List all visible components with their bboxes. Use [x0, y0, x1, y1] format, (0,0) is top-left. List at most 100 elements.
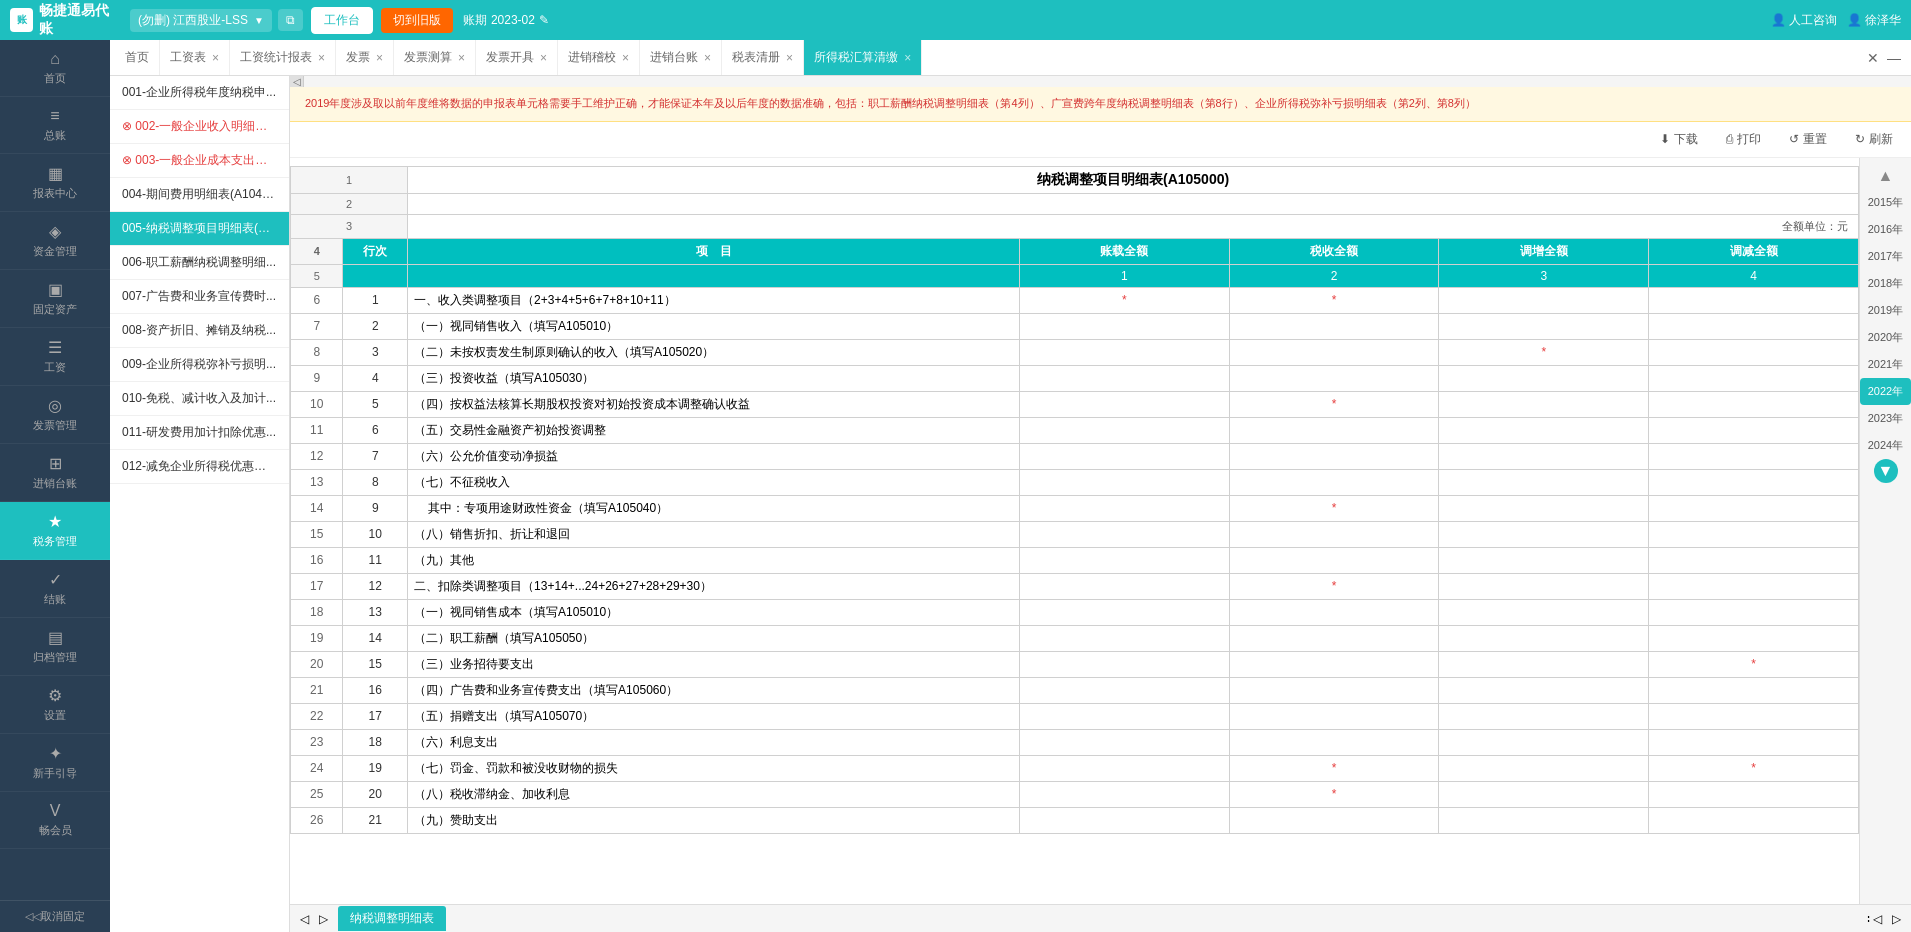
table-row: 1510 （八）销售折扣、折让和退回 [291, 521, 1859, 547]
table-row: 2318 （六）利息支出 [291, 729, 1859, 755]
left-item-012[interactable]: 012-减免企业所得税优惠明细(... [110, 450, 289, 484]
sidebar-item-invoice[interactable]: ◎ 发票管理 [0, 386, 110, 444]
unit-label: 全额单位：元 [408, 214, 1859, 238]
year-2020[interactable]: 2020年 [1860, 324, 1911, 351]
year-2023[interactable]: 2023年 [1860, 405, 1911, 432]
table-row: 1914 （二）职工薪酬（填写A105050） [291, 625, 1859, 651]
sidebar-item-archive[interactable]: ▤ 归档管理 [0, 618, 110, 676]
sidebar-item-report[interactable]: ▦ 报表中心 [0, 154, 110, 212]
tab-close-salary[interactable]: × [212, 51, 219, 65]
company-dropdown-icon: ▼ [254, 15, 264, 26]
archive-icon: ▤ [48, 628, 63, 647]
left-item-011[interactable]: 011-研发费用加计扣除优惠... [110, 416, 289, 450]
tab-close-invoice-calc[interactable]: × [458, 51, 465, 65]
table-row: 2419 （七）罚金、罚款和被没收财物的损失 ** [291, 755, 1859, 781]
year-2016[interactable]: 2016年 [1860, 216, 1911, 243]
left-panel: 001-企业所得税年度纳税申... ⊗ 002-一般企业收入明细表(A1... … [110, 76, 290, 932]
sidebar-item-guide[interactable]: ✦ 新手引导 [0, 734, 110, 792]
pin-icon: ◁◁ [25, 910, 41, 923]
company-selector[interactable]: (勿删) 江西股业-LSS ▼ [130, 9, 272, 32]
sidebar-item-settings[interactable]: ⚙ 设置 [0, 676, 110, 734]
download-button[interactable]: ⬇ 下载 [1652, 127, 1706, 152]
year-2018[interactable]: 2018年 [1860, 270, 1911, 297]
year-scroll-up[interactable]: ▲ [1874, 163, 1898, 189]
minimize-icon[interactable]: — [1887, 50, 1901, 66]
tab-salary[interactable]: 工资表 × [160, 40, 230, 75]
tab-home[interactable]: 首页 [115, 40, 160, 75]
table-row: 2116 （四）广告费和业务宣传费支出（填写A105060） [291, 677, 1859, 703]
sidebar-item-member[interactable]: V 畅会员 [0, 792, 110, 849]
tab-close-income-tax[interactable]: × [904, 51, 911, 65]
left-item-008[interactable]: 008-资产折旧、摊销及纳税... [110, 314, 289, 348]
panel-collapse-btn[interactable]: ◁ [290, 76, 304, 87]
left-item-010[interactable]: 010-免税、减计收入及加计... [110, 382, 289, 416]
tab-invoice[interactable]: 发票 × [336, 40, 394, 75]
sidebar-item-home[interactable]: ⌂ 首页 [0, 40, 110, 97]
table-row: 1813 （一）视同销售成本（填写A105010） [291, 599, 1859, 625]
left-item-002[interactable]: ⊗ 002-一般企业收入明细表(A1... [110, 110, 289, 144]
tab-invoice-open[interactable]: 发票开具 × [476, 40, 558, 75]
tab-invoice-calc[interactable]: 发票测算 × [394, 40, 476, 75]
left-item-009[interactable]: 009-企业所得税弥补亏损明... [110, 348, 289, 382]
tab-salary-report[interactable]: 工资统计报表 × [230, 40, 336, 75]
left-item-005[interactable]: 005-纳税调整项目明细表(A1... [110, 212, 289, 246]
settings-icon: ⚙ [48, 686, 62, 705]
period-edit-icon[interactable]: ✎ [539, 13, 549, 27]
tab-tax-clear[interactable]: 税表清册 × [722, 40, 804, 75]
ai-service-button[interactable]: 👤 人工咨询 [1771, 12, 1837, 29]
logo: 账 畅捷通易代账 [10, 2, 120, 38]
finance-icon: ◈ [49, 222, 61, 241]
left-item-007[interactable]: 007-广告费和业务宣传费时... [110, 280, 289, 314]
tab-close-invoice-open[interactable]: × [540, 51, 547, 65]
tab-income-tax[interactable]: 所得税汇算清缴 × [804, 40, 922, 75]
notice-bar: 2019年度涉及取以前年度维将数据的申报表单元格需要手工维护正确，才能保证本年及… [290, 87, 1911, 122]
left-item-004[interactable]: 004-期间费用明细表(A1040... [110, 178, 289, 212]
tab-close-invoice[interactable]: × [376, 51, 383, 65]
year-2017[interactable]: 2017年 [1860, 243, 1911, 270]
pin-button[interactable]: ◁◁ 取消固定 [0, 900, 110, 932]
table-header-row: 4 行次 项 目 账载全额 税收全额 调增全额 调减全额 [291, 238, 1859, 264]
tab-close-tax-clear[interactable]: × [786, 51, 793, 65]
year-2022[interactable]: 2022年 [1860, 378, 1911, 405]
year-2021[interactable]: 2021年 [1860, 351, 1911, 378]
nav-prev-sheet[interactable]: ◁ [300, 912, 309, 926]
sheet-bottom: ◁ ▷ 纳税调整明细表 ∶ ◁ ▷ [290, 904, 1911, 932]
sidebar-item-assets[interactable]: ▣ 固定资产 [0, 270, 110, 328]
close-all-icon[interactable]: ✕ [1867, 50, 1879, 66]
sidebar-item-finance[interactable]: ◈ 资金管理 [0, 212, 110, 270]
copy-button[interactable]: ⧉ [278, 9, 303, 31]
tab-input-ledger[interactable]: 进销台账 × [640, 40, 722, 75]
sidebar-label-home: 首页 [44, 71, 66, 86]
sidebar-item-settlement[interactable]: ✓ 结账 [0, 560, 110, 618]
tax-icon: ★ [48, 512, 62, 531]
old-version-button[interactable]: 切到旧版 [381, 8, 453, 33]
table-row: 94 （三）投资收益（填写A105030） [291, 365, 1859, 391]
sheet-container[interactable]: 1 纳税调整项目明细表(A105000) 2 3 [290, 158, 1859, 904]
invoice-icon: ◎ [48, 396, 62, 415]
sidebar-item-salary[interactable]: ☰ 工资 [0, 328, 110, 386]
left-item-003[interactable]: ⊗ 003-一般企业成本支出明细... [110, 144, 289, 178]
user-menu[interactable]: 👤 徐泽华 [1847, 12, 1901, 29]
sheet-tab-main[interactable]: 纳税调整明细表 [338, 906, 446, 931]
sidebar-item-tax[interactable]: ★ 税务管理 [0, 502, 110, 560]
year-scroll-down[interactable]: ▼ [1874, 459, 1898, 483]
tab-close-input-ledger[interactable]: × [704, 51, 711, 65]
tab-close-input-vat[interactable]: × [622, 51, 629, 65]
tab-input-vat[interactable]: 进销稽校 × [558, 40, 640, 75]
refresh-button[interactable]: ↻ 刷新 [1847, 127, 1901, 152]
year-2015[interactable]: 2015年 [1860, 189, 1911, 216]
sidebar-label-assets: 固定资产 [33, 302, 77, 317]
col-zaizai: 账载全额 [1019, 238, 1229, 264]
reset-button[interactable]: ↺ 重置 [1781, 127, 1835, 152]
sidebar-item-ledger[interactable]: ≡ 总账 [0, 97, 110, 154]
year-2024[interactable]: 2024年 [1860, 432, 1911, 459]
print-button[interactable]: ⎙ 打印 [1718, 127, 1769, 152]
workbench-button[interactable]: 工作台 [311, 7, 373, 34]
year-2019[interactable]: 2019年 [1860, 297, 1911, 324]
tab-close-salary-report[interactable]: × [318, 51, 325, 65]
nav-next-sheet[interactable]: ▷ [319, 912, 328, 926]
sidebar-item-input[interactable]: ⊞ 进销台账 [0, 444, 110, 502]
horizontal-scroll[interactable]: ▷ [1892, 912, 1901, 926]
left-item-006[interactable]: 006-职工薪酬纳税调整明细... [110, 246, 289, 280]
left-item-001[interactable]: 001-企业所得税年度纳税申... [110, 76, 289, 110]
